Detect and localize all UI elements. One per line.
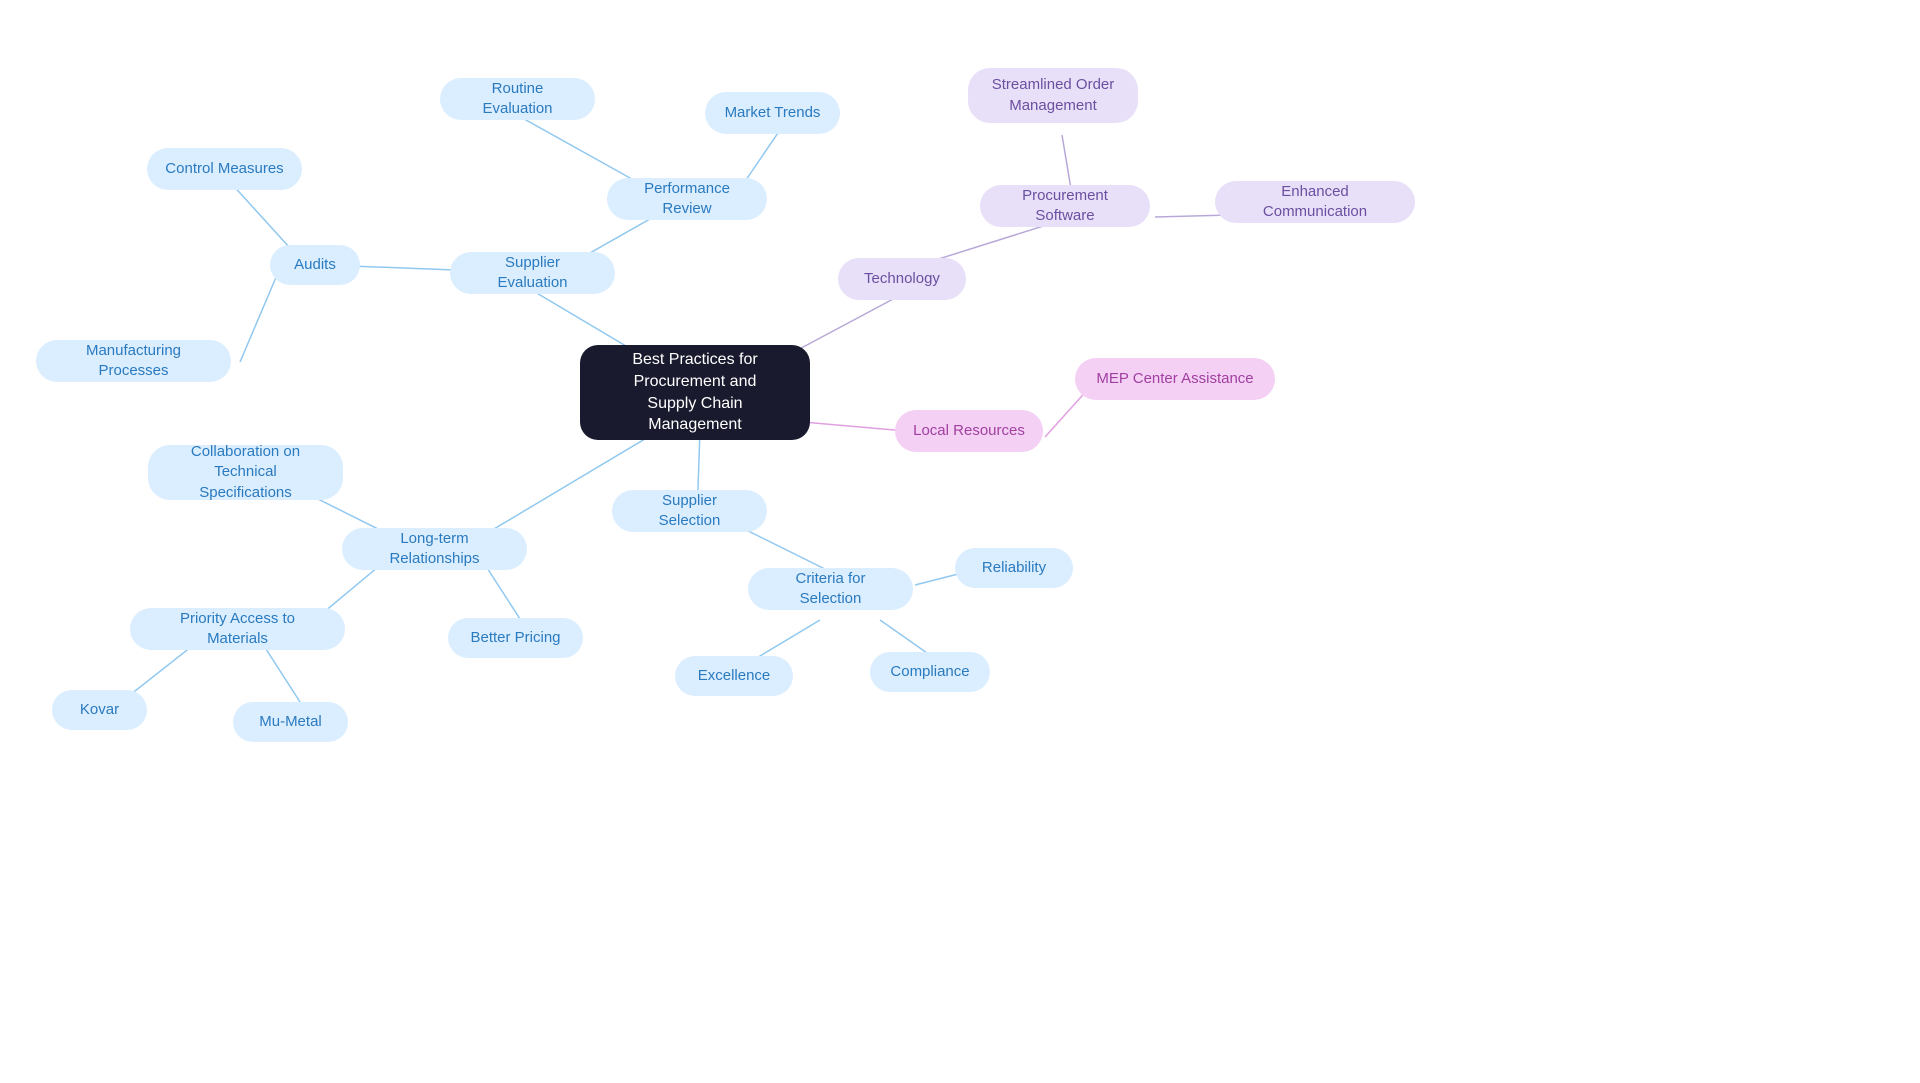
kovar-node[interactable]: Kovar [52,690,147,730]
supplier-evaluation-node[interactable]: Supplier Evaluation [450,252,615,294]
priority-access-node[interactable]: Priority Access to Materials [130,608,345,650]
better-pricing-node[interactable]: Better Pricing [448,618,583,658]
audits-label: Audits [294,255,336,275]
mep-center-label: MEP Center Assistance [1096,369,1253,389]
collaboration-tech-label: Collaboration on Technical Specification… [166,442,325,503]
supplier-selection-node[interactable]: Supplier Selection [612,490,767,532]
supplier-selection-label: Supplier Selection [630,491,749,532]
control-measures-label: Control Measures [165,159,283,179]
reliability-node[interactable]: Reliability [955,548,1073,588]
manufacturing-processes-node[interactable]: Manufacturing Processes [36,340,231,382]
local-resources-label: Local Resources [913,421,1025,441]
mep-center-node[interactable]: MEP Center Assistance [1075,358,1275,400]
excellence-node[interactable]: Excellence [675,656,793,696]
supplier-evaluation-label: Supplier Evaluation [468,253,597,294]
reliability-label: Reliability [982,558,1046,578]
routine-evaluation-label: Routine Evaluation [458,79,577,120]
center-node[interactable]: Best Practices for Procurement and Suppl… [580,345,810,440]
center-label: Best Practices for Procurement and Suppl… [608,349,782,435]
long-term-relationships-node[interactable]: Long-term Relationships [342,528,527,570]
compliance-label: Compliance [890,662,969,682]
criteria-for-selection-label: Criteria for Selection [766,569,895,610]
compliance-node[interactable]: Compliance [870,652,990,692]
mu-metal-node[interactable]: Mu-Metal [233,702,348,742]
long-term-relationships-label: Long-term Relationships [360,529,509,570]
enhanced-communication-node[interactable]: Enhanced Communication [1215,181,1415,223]
kovar-label: Kovar [80,700,119,720]
performance-review-label: Performance Review [625,179,749,220]
local-resources-node[interactable]: Local Resources [895,410,1043,452]
control-measures-node[interactable]: Control Measures [147,148,302,190]
technology-node[interactable]: Technology [838,258,966,300]
market-trends-node[interactable]: Market Trends [705,92,840,134]
collaboration-tech-node[interactable]: Collaboration on Technical Specification… [148,445,343,500]
audits-node[interactable]: Audits [270,245,360,285]
streamlined-order-node[interactable]: Streamlined Order Management [968,68,1138,123]
routine-evaluation-node[interactable]: Routine Evaluation [440,78,595,120]
technology-label: Technology [864,269,940,289]
excellence-label: Excellence [698,666,771,686]
procurement-software-node[interactable]: Procurement Software [980,185,1150,227]
performance-review-node[interactable]: Performance Review [607,178,767,220]
enhanced-communication-label: Enhanced Communication [1233,182,1397,223]
procurement-software-label: Procurement Software [998,186,1132,227]
criteria-for-selection-node[interactable]: Criteria for Selection [748,568,913,610]
priority-access-label: Priority Access to Materials [148,609,327,650]
mu-metal-label: Mu-Metal [259,712,322,732]
better-pricing-label: Better Pricing [470,628,560,648]
streamlined-order-label: Streamlined Order Management [992,75,1115,116]
market-trends-label: Market Trends [725,103,821,123]
manufacturing-processes-label: Manufacturing Processes [54,341,213,382]
